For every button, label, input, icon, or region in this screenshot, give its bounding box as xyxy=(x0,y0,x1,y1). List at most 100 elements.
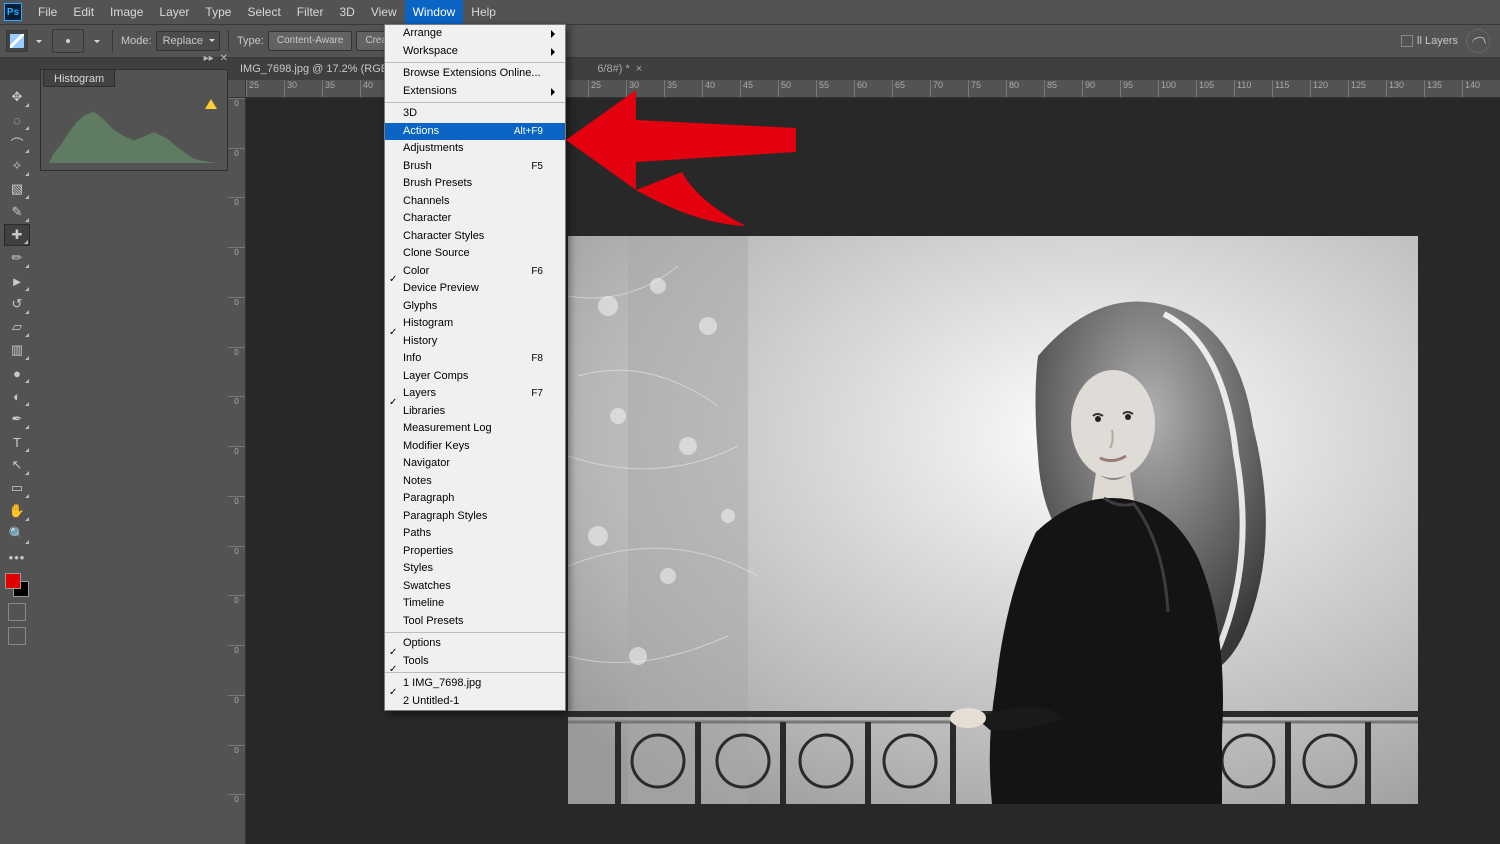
menu-type[interactable]: Type xyxy=(197,0,239,24)
shape-tool-icon[interactable]: ▭ xyxy=(4,477,30,499)
blur-tool-icon[interactable]: ● xyxy=(4,362,30,384)
document-canvas[interactable] xyxy=(568,236,1418,804)
histogram-tab[interactable]: Histogram xyxy=(43,69,115,87)
ruler-tick: 0 xyxy=(228,396,245,446)
hand-tool-icon[interactable]: ✋ xyxy=(4,500,30,522)
type-tool-icon[interactable]: T xyxy=(4,431,30,453)
menu-file[interactable]: File xyxy=(30,0,65,24)
mode-select[interactable]: Replace xyxy=(156,31,220,51)
menu-item-swatches[interactable]: Swatches xyxy=(385,578,565,596)
active-tool-icon[interactable] xyxy=(6,30,28,52)
menu-select[interactable]: Select xyxy=(239,0,288,24)
menu-item-info[interactable]: InfoF8 xyxy=(385,350,565,368)
menu-image[interactable]: Image xyxy=(102,0,151,24)
panel-collapse-icon[interactable]: ▸▸ xyxy=(204,53,214,64)
menu-item-glyphs[interactable]: Glyphs xyxy=(385,298,565,316)
sample-all-layers-checkbox[interactable] xyxy=(1401,35,1413,47)
brush-preview[interactable] xyxy=(52,29,84,53)
menu-item-2-untitled-1[interactable]: 2 Untitled-1 xyxy=(385,693,565,711)
menu-item-adjustments[interactable]: Adjustments xyxy=(385,140,565,158)
screenmode-icon[interactable] xyxy=(8,627,26,645)
menu-item-workspace[interactable]: Workspace xyxy=(385,43,565,61)
histogram-panel: Histogram ▸▸ ✕ xyxy=(40,69,228,171)
menu-item-notes[interactable]: Notes xyxy=(385,473,565,491)
type-button-content-aware[interactable]: Content-Aware xyxy=(268,31,353,51)
menu-item-paths[interactable]: Paths xyxy=(385,525,565,543)
menu-item-navigator[interactable]: Navigator xyxy=(385,455,565,473)
menu-item-layers[interactable]: LayersF7 xyxy=(385,385,565,403)
dodge-tool-icon[interactable]: ◐ xyxy=(4,385,30,407)
ruler-tick: 0 xyxy=(228,496,245,546)
menu-item-paragraph[interactable]: Paragraph xyxy=(385,490,565,508)
menu-item-device-preview[interactable]: Device Preview xyxy=(385,280,565,298)
quickmask-icon[interactable] xyxy=(8,603,26,621)
cached-data-warning-icon[interactable] xyxy=(205,93,217,109)
menu-item-actions[interactable]: ActionsAlt+F9 xyxy=(385,123,565,141)
menu-item-3d[interactable]: 3D xyxy=(385,105,565,123)
menu-layer[interactable]: Layer xyxy=(151,0,197,24)
menu-3d[interactable]: 3D xyxy=(331,0,362,24)
panel-close-icon[interactable]: ✕ xyxy=(220,53,228,64)
tool-preset-dropdown-icon[interactable] xyxy=(32,37,46,46)
menu-item-character[interactable]: Character xyxy=(385,210,565,228)
pressure-toggle-icon[interactable] xyxy=(1466,29,1490,53)
ruler-tick: 75 xyxy=(968,80,1006,97)
menu-item-tools[interactable]: Tools xyxy=(385,653,565,671)
menu-item-paragraph-styles[interactable]: Paragraph Styles xyxy=(385,508,565,526)
ruler-tick: 0 xyxy=(228,546,245,596)
document-tab[interactable]: 6/8#) *× xyxy=(587,58,652,80)
menu-item-brush-presets[interactable]: Brush Presets xyxy=(385,175,565,193)
history-tool-icon[interactable]: ↺ xyxy=(4,293,30,315)
menu-item-extensions[interactable]: Extensions xyxy=(385,83,565,101)
pen-tool-icon[interactable]: ✒ xyxy=(4,408,30,430)
heal-tool-icon[interactable]: ✚ xyxy=(4,224,30,246)
menu-item-1-img-7698-jpg[interactable]: 1 IMG_7698.jpg xyxy=(385,675,565,693)
crop-tool-icon[interactable]: ▧ xyxy=(4,178,30,200)
document-tab[interactable]: IMG_7698.jpg @ 17.2% (RGB/8 xyxy=(230,58,407,80)
menu-item-character-styles[interactable]: Character Styles xyxy=(385,228,565,246)
menu-item-browse-extensions-online-[interactable]: Browse Extensions Online... xyxy=(385,65,565,83)
ruler-vertical[interactable]: 000000000000000 xyxy=(228,98,246,844)
wand-tool-icon[interactable]: ✧ xyxy=(4,155,30,177)
menu-item-color[interactable]: ColorF6 xyxy=(385,263,565,281)
color-swatches[interactable] xyxy=(5,573,29,597)
menu-window[interactable]: Window xyxy=(405,0,464,24)
menu-item-measurement-log[interactable]: Measurement Log xyxy=(385,420,565,438)
menu-item-properties[interactable]: Properties xyxy=(385,543,565,561)
menu-item-brush[interactable]: BrushF5 xyxy=(385,158,565,176)
menu-item-tool-presets[interactable]: Tool Presets xyxy=(385,613,565,631)
lasso-tool-icon[interactable]: ⌒ xyxy=(4,132,30,154)
ruler-tick: 130 xyxy=(1386,80,1424,97)
menu-item-histogram[interactable]: Histogram xyxy=(385,315,565,333)
tool-palette: ✥◌⌒✧▧✎✚✏►↺▱▥●◐✒T↖▭✋🔍••• xyxy=(0,80,34,844)
menu-view[interactable]: View xyxy=(363,0,405,24)
marquee-tool-icon[interactable]: ◌ xyxy=(4,109,30,131)
menu-item-arrange[interactable]: Arrange xyxy=(385,25,565,43)
menu-item-history[interactable]: History xyxy=(385,333,565,351)
gradient-tool-icon[interactable]: ▥ xyxy=(4,339,30,361)
ruler-origin[interactable] xyxy=(228,80,246,98)
menu-item-clone-source[interactable]: Clone Source xyxy=(385,245,565,263)
menu-item-styles[interactable]: Styles xyxy=(385,560,565,578)
path-tool-icon[interactable]: ↖ xyxy=(4,454,30,476)
ruler-tick: 0 xyxy=(228,297,245,347)
ruler-tick: 105 xyxy=(1196,80,1234,97)
menu-item-modifier-keys[interactable]: Modifier Keys xyxy=(385,438,565,456)
brush-dropdown-icon[interactable] xyxy=(90,37,104,46)
eraser-tool-icon[interactable]: ▱ xyxy=(4,316,30,338)
menu-item-libraries[interactable]: Libraries xyxy=(385,403,565,421)
menu-edit[interactable]: Edit xyxy=(65,0,102,24)
menu-item-options[interactable]: Options xyxy=(385,635,565,653)
menu-item-timeline[interactable]: Timeline xyxy=(385,595,565,613)
menu-item-channels[interactable]: Channels xyxy=(385,193,565,211)
stamp-tool-icon[interactable]: ► xyxy=(4,270,30,292)
menu-filter[interactable]: Filter xyxy=(289,0,332,24)
menu-item-layer-comps[interactable]: Layer Comps xyxy=(385,368,565,386)
edit-toolbar-icon[interactable]: ••• xyxy=(4,546,30,568)
eyedrop-tool-icon[interactable]: ✎ xyxy=(4,201,30,223)
zoom-tool-icon[interactable]: 🔍 xyxy=(4,523,30,545)
close-icon[interactable]: × xyxy=(636,63,642,75)
brush-tool-icon[interactable]: ✏ xyxy=(4,247,30,269)
menu-help[interactable]: Help xyxy=(463,0,504,24)
move-tool-icon[interactable]: ✥ xyxy=(4,86,30,108)
